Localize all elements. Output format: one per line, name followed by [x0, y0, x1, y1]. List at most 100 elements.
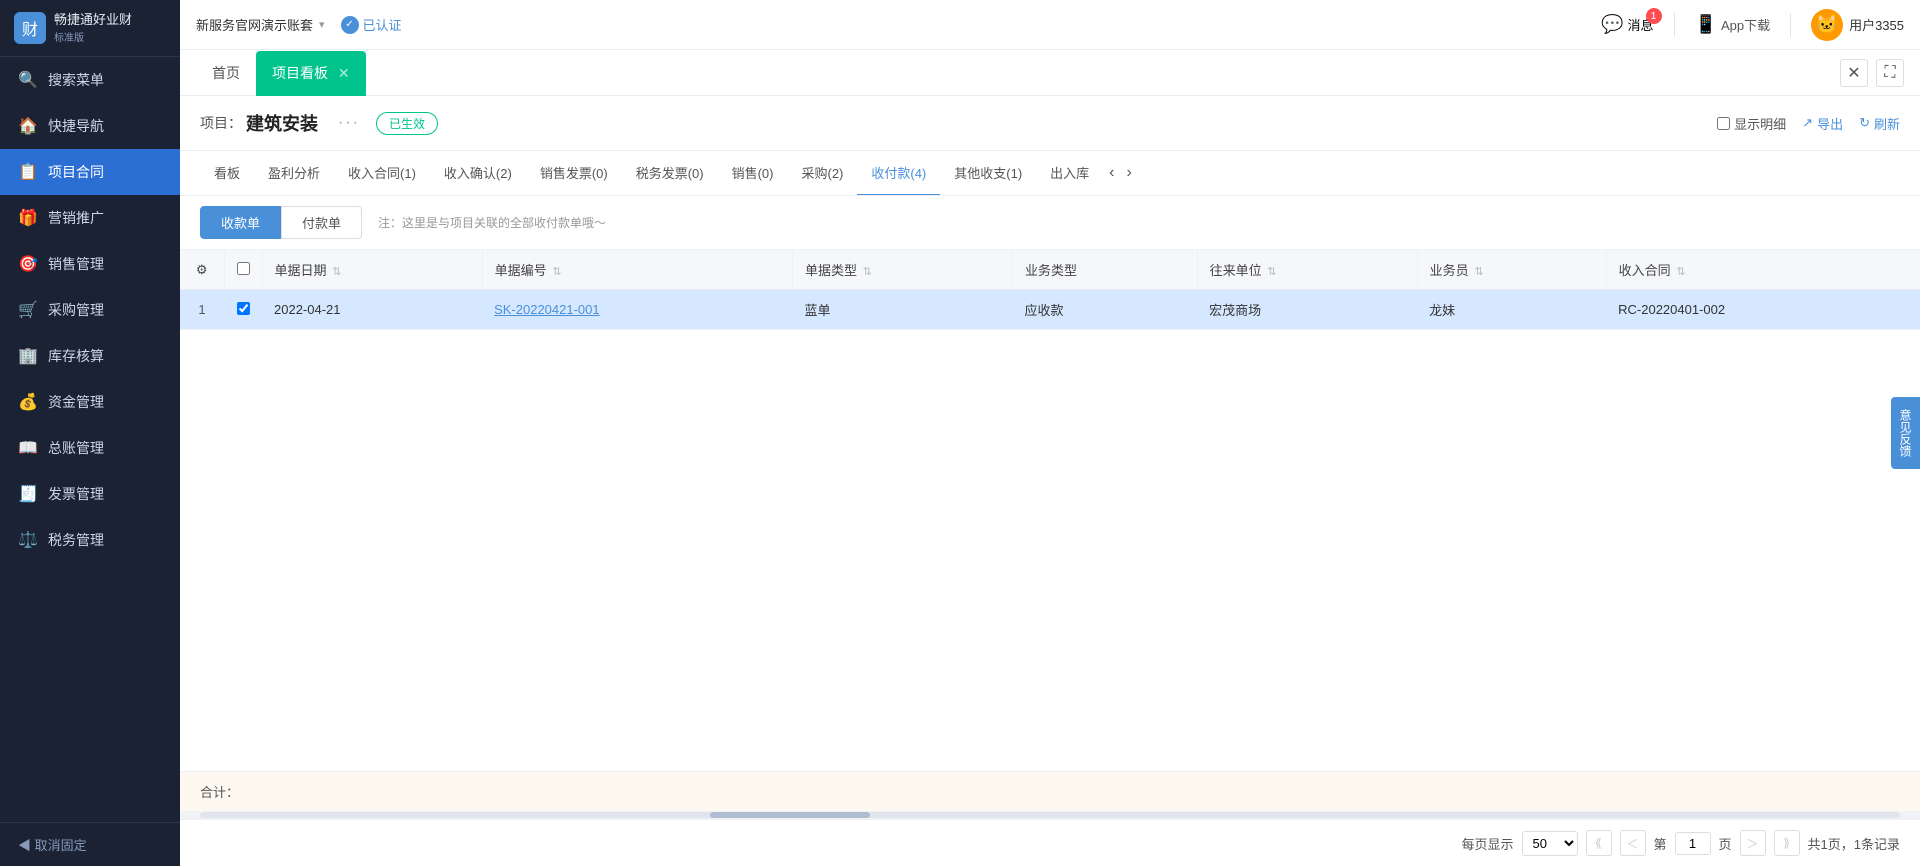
last-page-button[interactable]: ⟫ — [1774, 830, 1800, 856]
account-name: 新服务官网演示账套 — [196, 15, 313, 34]
sidebar-item-ledger[interactable]: 📖 总账管理 — [0, 425, 180, 471]
page-size-select[interactable]: 102050100 — [1522, 831, 1578, 856]
tabbar: 首页 项目看板 ✕ ✕ ⛶ — [180, 50, 1920, 96]
feedback-button[interactable]: 意见反馈 — [1891, 397, 1920, 469]
show-detail-checkbox[interactable]: 显示明细 — [1717, 114, 1786, 133]
sidebar-item-sales[interactable]: 🎯 销售管理 — [0, 241, 180, 287]
user-menu[interactable]: 🐱 用户3355 — [1811, 9, 1904, 41]
chevron-down-icon: ▾ — [319, 18, 325, 31]
topbar-right: 💬 消息 1 📱 App下载 🐱 用户3355 — [1601, 9, 1904, 41]
purchase-icon: 🛒 — [18, 300, 38, 320]
app-download-button[interactable]: 📱 App下载 — [1695, 14, 1771, 35]
cell-type: 蓝单 — [792, 290, 1012, 330]
main-area: 新服务官网演示账套 ▾ ✓ 已认证 💬 消息 1 📱 App下载 🐱 用户335… — [180, 0, 1920, 866]
subnav-warehouse[interactable]: 出入库 — [1036, 151, 1103, 196]
sort-icon: ⇅ — [863, 266, 872, 278]
subnav-other-income[interactable]: 其他收支(1) — [940, 151, 1036, 196]
refresh-icon: ↻ — [1859, 115, 1870, 131]
ledger-icon: 📖 — [18, 438, 38, 458]
project-status-badge: 已生效 — [376, 112, 438, 135]
subnav-tax-invoice[interactable]: 税务发票(0) — [622, 151, 718, 196]
topbar: 新服务官网演示账套 ▾ ✓ 已认证 💬 消息 1 📱 App下载 🐱 用户335… — [180, 0, 1920, 50]
message-badge: 1 — [1646, 8, 1662, 24]
project-title: 建筑安装 — [246, 110, 318, 136]
select-all-checkbox[interactable] — [237, 262, 250, 275]
project-more-button[interactable]: ··· — [338, 114, 360, 132]
page-content: 项目： 建筑安装 ··· 已生效 显示明细 ↗ 导出 ↻ 刷新 — [180, 96, 1920, 866]
column-number[interactable]: 单据编号 ⇅ — [482, 250, 792, 290]
sidebar: 财 畅捷通好业财 标准版 🔍 搜索菜单 🏠 快捷导航 📋 项目合同 🎁 营销推广… — [0, 0, 180, 866]
tab-receipt[interactable]: 收款单 — [200, 206, 281, 239]
shield-icon: ✓ — [341, 16, 359, 34]
sidebar-item-search[interactable]: 🔍 搜索菜单 — [0, 57, 180, 103]
show-detail-input[interactable] — [1717, 117, 1730, 130]
data-table: ⚙ 单据日期 ⇅ 单据编号 ⇅ — [180, 250, 1920, 330]
scrollbar-track[interactable] — [200, 812, 1900, 818]
cell-checkbox[interactable] — [224, 290, 262, 330]
sidebar-item-finance[interactable]: 💰 资金管理 — [0, 379, 180, 425]
export-icon: ↗ — [1802, 115, 1813, 131]
subnav-purchase[interactable]: 采购(2) — [787, 151, 857, 196]
table-row[interactable]: 1 2022-04-21 SK-20220421-001 蓝单 应收款 宏茂商场… — [180, 290, 1920, 330]
tab-payment[interactable]: 付款单 — [281, 206, 362, 239]
sidebar-item-project[interactable]: 📋 项目合同 — [0, 149, 180, 195]
row-checkbox[interactable] — [237, 302, 250, 315]
page-size-label: 每页显示 — [1461, 834, 1513, 853]
subnav-receipt[interactable]: 收付款(4) — [857, 151, 940, 196]
close-window-button[interactable]: ✕ — [1840, 59, 1868, 87]
sidebar-item-quicknav[interactable]: 🏠 快捷导航 — [0, 103, 180, 149]
subnav-board[interactable]: 看板 — [200, 151, 254, 196]
account-selector[interactable]: 新服务官网演示账套 ▾ — [196, 15, 325, 34]
message-button[interactable]: 💬 消息 1 — [1601, 14, 1653, 35]
page-input[interactable] — [1675, 832, 1711, 855]
maximize-window-button[interactable]: ⛶ — [1876, 59, 1904, 87]
column-date[interactable]: 单据日期 ⇅ — [262, 250, 482, 290]
sidebar-item-inventory[interactable]: 🏢 库存核算 — [0, 333, 180, 379]
column-partner[interactable]: 往来单位 ⇅ — [1197, 250, 1417, 290]
column-salesman[interactable]: 业务员 ⇅ — [1417, 250, 1606, 290]
mobile-icon: 📱 — [1695, 14, 1717, 35]
sidebar-item-marketing[interactable]: 🎁 营销推广 — [0, 195, 180, 241]
tab-project-board[interactable]: 项目看板 ✕ — [256, 51, 366, 97]
sidebar-item-purchase[interactable]: 🛒 采购管理 — [0, 287, 180, 333]
prev-page-button[interactable]: ＜ — [1620, 830, 1646, 856]
table-header-row: ⚙ 单据日期 ⇅ 单据编号 ⇅ — [180, 250, 1920, 290]
subnav-prev-arrow[interactable]: ‹ — [1103, 156, 1120, 190]
scrollbar-thumb[interactable] — [710, 812, 870, 818]
unpin-button[interactable]: ◀ 取消固定 — [0, 822, 180, 866]
logo-icon: 财 — [14, 12, 46, 44]
secondary-tab-bar: 收款单 付款单 注：这里是与项目关联的全部收付款单哦～ — [180, 196, 1920, 250]
cell-number[interactable]: SK-20220421-001 — [482, 290, 792, 330]
subnav-income-confirm[interactable]: 收入确认(2) — [430, 151, 526, 196]
column-checkbox — [224, 250, 262, 290]
divider — [1674, 13, 1675, 37]
cell-date: 2022-04-21 — [262, 290, 482, 330]
project-actions: 显示明细 ↗ 导出 ↻ 刷新 — [1717, 114, 1900, 133]
column-settings[interactable]: ⚙ — [180, 250, 224, 290]
sidebar-item-tax[interactable]: ⚖️ 税务管理 — [0, 517, 180, 563]
next-page-button[interactable]: ＞ — [1740, 830, 1766, 856]
tab-close-icon[interactable]: ✕ — [338, 65, 350, 81]
refresh-button[interactable]: ↻ 刷新 — [1859, 114, 1900, 133]
horizontal-scrollbar[interactable] — [180, 811, 1920, 819]
home-icon: 🏠 — [18, 116, 38, 136]
cell-seq: 1 — [180, 290, 224, 330]
cell-partner: 宏茂商场 — [1197, 290, 1417, 330]
column-type[interactable]: 单据类型 ⇅ — [792, 250, 1012, 290]
page-suffix: 页 — [1719, 834, 1732, 853]
column-income-contract[interactable]: 收入合同 ⇅ — [1606, 250, 1920, 290]
divider2 — [1790, 13, 1791, 37]
subnav-next-arrow[interactable]: › — [1121, 156, 1138, 190]
export-button[interactable]: ↗ 导出 — [1802, 114, 1843, 133]
subnav-sales[interactable]: 销售(0) — [718, 151, 788, 196]
inventory-icon: 🏢 — [18, 346, 38, 366]
subnav-sales-invoice[interactable]: 销售发票(0) — [526, 151, 622, 196]
subnav-income-contract[interactable]: 收入合同(1) — [334, 151, 430, 196]
page-label: 第 — [1654, 834, 1667, 853]
sidebar-item-invoice[interactable]: 🧾 发票管理 — [0, 471, 180, 517]
avatar: 🐱 — [1811, 9, 1843, 41]
tab-note: 注：这里是与项目关联的全部收付款单哦～ — [378, 214, 606, 231]
subnav-profit[interactable]: 盈利分析 — [254, 151, 334, 196]
first-page-button[interactable]: ⟪ — [1586, 830, 1612, 856]
tab-home[interactable]: 首页 — [196, 51, 256, 97]
